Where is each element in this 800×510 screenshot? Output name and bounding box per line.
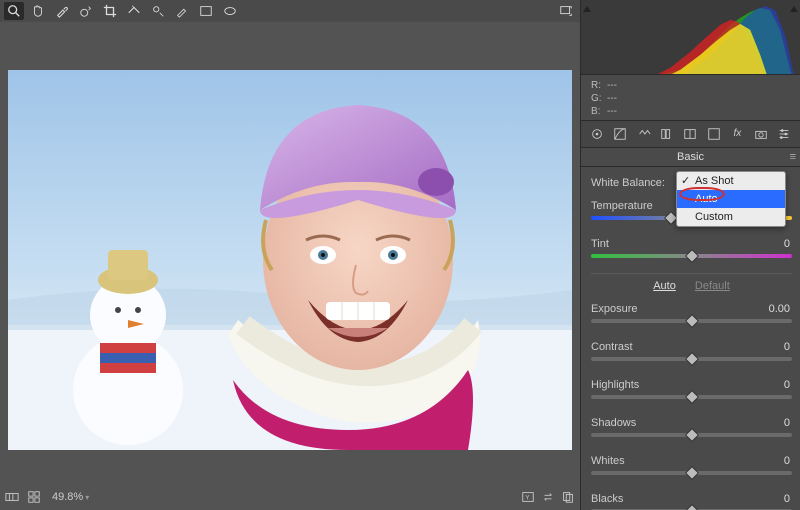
- shadows-label: Shadows: [591, 417, 744, 429]
- tab-curve-icon[interactable]: [610, 125, 629, 143]
- panel-menu-icon[interactable]: ≡: [790, 152, 796, 163]
- blacks-value[interactable]: 0: [744, 493, 792, 505]
- exposure-label: Exposure: [591, 303, 744, 315]
- filmstrip-toggle-icon[interactable]: [4, 489, 20, 505]
- image-canvas[interactable]: [8, 70, 572, 450]
- status-bar: 49.8%▾ Y: [4, 486, 576, 508]
- tint-slider[interactable]: [591, 253, 792, 267]
- radial-filter-tool[interactable]: [220, 2, 240, 20]
- readout-b: ---: [607, 106, 617, 117]
- tint-value[interactable]: 0: [744, 238, 792, 250]
- blacks-label: Blacks: [591, 493, 744, 505]
- rgb-readout: R:--- G:--- B:---: [581, 75, 800, 121]
- swap-icon[interactable]: [540, 489, 556, 505]
- spot-removal-tool[interactable]: [148, 2, 168, 20]
- tab-split-icon[interactable]: [681, 125, 700, 143]
- exposure-value[interactable]: 0.00: [744, 303, 792, 315]
- auto-default-links: Auto Default: [591, 280, 792, 292]
- grid-view-icon[interactable]: [26, 489, 42, 505]
- zoom-level[interactable]: 49.8%▾: [48, 491, 93, 503]
- main-area: 49.8%▾ Y: [0, 0, 580, 510]
- tab-hsl-icon[interactable]: [657, 125, 676, 143]
- section-title-basic: Basic ≡: [581, 148, 800, 167]
- contrast-label: Contrast: [591, 341, 744, 353]
- tab-detail-icon[interactable]: [634, 125, 653, 143]
- readout-r: ---: [607, 80, 617, 91]
- before-after-icon[interactable]: Y: [520, 489, 536, 505]
- exposure-slider[interactable]: [591, 318, 792, 332]
- whites-label: Whites: [591, 455, 744, 467]
- auto-link[interactable]: Auto: [653, 280, 676, 292]
- adjustment-brush-tool[interactable]: [172, 2, 192, 20]
- tab-fx-icon[interactable]: fx: [728, 125, 747, 143]
- svg-text:Y: Y: [525, 495, 529, 502]
- default-link[interactable]: Default: [695, 280, 730, 292]
- graduated-filter-tool[interactable]: [196, 2, 216, 20]
- whites-slider[interactable]: [591, 470, 792, 484]
- wb-option-as-shot[interactable]: As Shot: [677, 172, 785, 190]
- tab-presets-icon[interactable]: [775, 125, 794, 143]
- adjustments-panel: R:--- G:--- B:--- fx Basic ≡ White Balan…: [580, 0, 800, 510]
- crop-tool[interactable]: [100, 2, 120, 20]
- tint-label: Tint: [591, 238, 744, 250]
- whites-value[interactable]: 0: [744, 455, 792, 467]
- highlights-label: Highlights: [591, 379, 744, 391]
- tab-basic-icon[interactable]: [587, 125, 606, 143]
- shadows-slider[interactable]: [591, 432, 792, 446]
- readout-g: ---: [607, 93, 617, 104]
- highlights-slider[interactable]: [591, 394, 792, 408]
- basic-controls: White Balance: As Shot Auto Custom Tempe…: [581, 167, 800, 510]
- top-toolbar: [0, 0, 580, 22]
- wb-option-custom[interactable]: Custom: [677, 208, 785, 226]
- zoom-tool[interactable]: [4, 2, 24, 20]
- histogram[interactable]: [581, 0, 800, 75]
- highlights-value[interactable]: 0: [744, 379, 792, 391]
- contrast-slider[interactable]: [591, 356, 792, 370]
- white-balance-dropdown[interactable]: As Shot Auto Custom: [676, 171, 786, 227]
- wb-option-auto[interactable]: Auto: [677, 190, 785, 208]
- eyedropper-tool[interactable]: [52, 2, 72, 20]
- straighten-tool[interactable]: [124, 2, 144, 20]
- copy-settings-icon[interactable]: [560, 489, 576, 505]
- tab-lens-icon[interactable]: [704, 125, 723, 143]
- hand-tool[interactable]: [28, 2, 48, 20]
- toggle-fullscreen-tool[interactable]: [556, 2, 576, 20]
- tab-camera-icon[interactable]: [751, 125, 770, 143]
- color-sampler-tool[interactable]: [76, 2, 96, 20]
- shadows-value[interactable]: 0: [744, 417, 792, 429]
- white-balance-label: White Balance:: [591, 177, 665, 189]
- contrast-value[interactable]: 0: [744, 341, 792, 353]
- panel-tabs: fx: [581, 121, 800, 148]
